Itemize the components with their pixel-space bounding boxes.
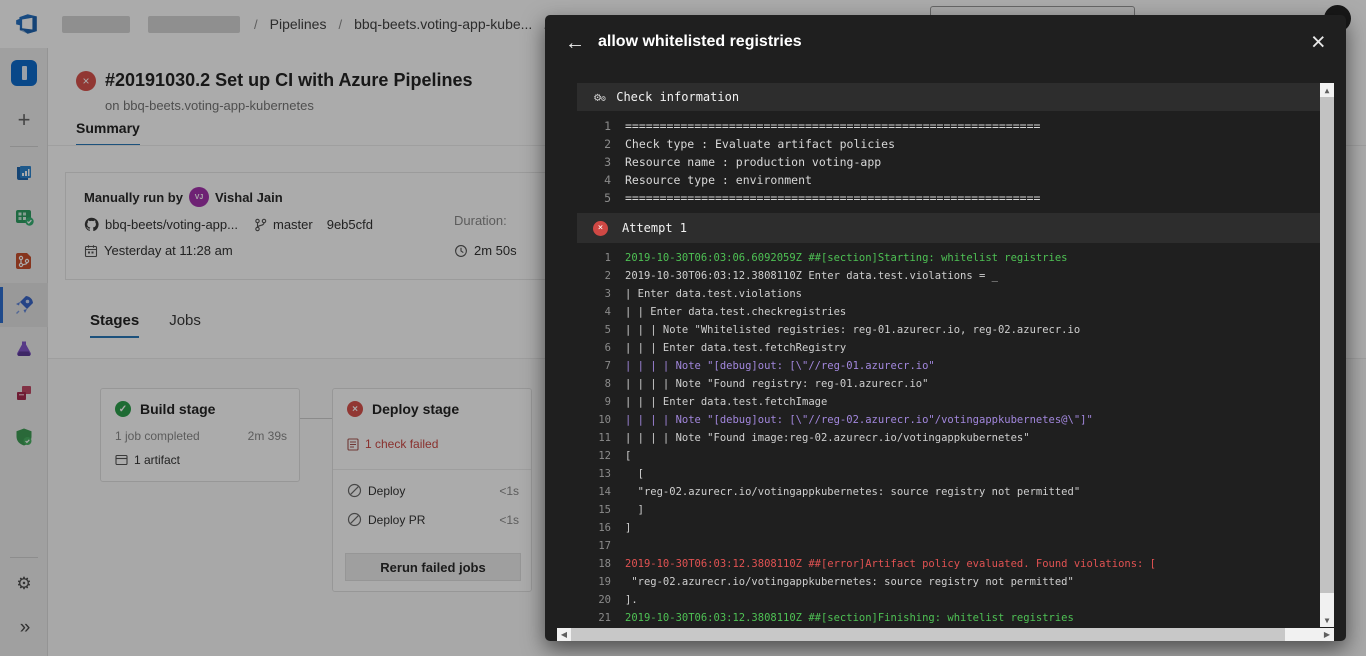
log-line: 14 "reg-02.azurecr.io/votingappkubernete… xyxy=(577,483,1334,501)
log-line-number: 21 xyxy=(585,612,611,624)
log-line: 13 [ xyxy=(577,465,1334,483)
log-viewer: ⚙⚙ Check information 1 ==================… xyxy=(577,83,1334,627)
log-line-text: | Enter data.test.violations xyxy=(625,288,802,300)
log-line: 16] xyxy=(577,519,1334,537)
log-line-number: 6 xyxy=(585,342,611,354)
log-line: 1 =======================================… xyxy=(577,117,1334,135)
log-line-number: 13 xyxy=(585,468,611,480)
log-line: 21 2019-10-30T06:03:12.3808110Z ##[sectio… xyxy=(577,609,1334,627)
log-line: 3 | Enter data.test.violations xyxy=(577,285,1334,303)
scroll-down-icon[interactable]: ▼ xyxy=(1320,613,1334,627)
scroll-right-icon[interactable]: ▶ xyxy=(1320,628,1334,641)
log-line: 18 2019-10-30T06:03:12.3808110Z ##[error]… xyxy=(577,555,1334,573)
log-line-number: 15 xyxy=(585,504,611,516)
log-line: 12 [ xyxy=(577,447,1334,465)
vertical-scrollbar-thumb[interactable] xyxy=(1320,97,1334,593)
log-line-text: 2019-10-30T06:03:12.3808110Z Enter data.… xyxy=(625,270,998,282)
log-line-number: 20 xyxy=(585,594,611,606)
log-line-text: | | | Enter data.test.fetchImage xyxy=(625,396,827,408)
log-line-number: 10 xyxy=(585,414,611,426)
log-line-number: 9 xyxy=(585,396,611,408)
log-line: 1 2019-10-30T06:03:06.6092059Z ##[section… xyxy=(577,249,1334,267)
log-line-number: 5 xyxy=(585,324,611,336)
back-icon[interactable]: ← xyxy=(565,32,585,55)
log-line-number: 8 xyxy=(585,378,611,390)
log-line-number: 19 xyxy=(585,576,611,588)
log-line: 4 Resource type : environment xyxy=(577,171,1334,189)
log-line-text: 2019-10-30T06:03:12.3808110Z ##[error]Ar… xyxy=(625,558,1156,570)
log-line: 5 | | | Note "Whitelisted registries: reg… xyxy=(577,321,1334,339)
log-line-number: 3 xyxy=(585,155,611,169)
log-line: 2 2019-10-30T06:03:12.3808110Z Enter data… xyxy=(577,267,1334,285)
log-line-text: ] xyxy=(625,522,631,534)
horizontal-scrollbar[interactable]: ◀ ▶ xyxy=(557,628,1334,641)
log-line-number: 16 xyxy=(585,522,611,534)
log-line: 10 | | | | Note "[debug]out: [\"//reg-02.… xyxy=(577,411,1334,429)
log-line: 15 ] xyxy=(577,501,1334,519)
log-line-text: | | | | Note "Found image:reg-02.azurecr… xyxy=(625,432,1030,444)
log-line-text: | | | | Note "[debug]out: [\"//reg-01.az… xyxy=(625,360,935,372)
log-line: 20]. xyxy=(577,591,1334,609)
log-line: 11 | | | | Note "Found image:reg-02.azure… xyxy=(577,429,1334,447)
log-line-text: Resource type : environment xyxy=(625,173,812,187)
log-line-text: "reg-02.azurecr.io/votingappkubernetes: … xyxy=(625,576,1074,588)
log-line-text: 2019-10-30T06:03:06.6092059Z ##[section]… xyxy=(625,252,1068,264)
log-line-text: | | Enter data.test.checkregistries xyxy=(625,306,846,318)
log-line: 3 Resource name : production voting-app xyxy=(577,153,1334,171)
log-line: 7 | | | | Note "[debug]out: [\"//reg-01.a… xyxy=(577,357,1334,375)
attempt-header[interactable]: × Attempt 1 xyxy=(577,213,1334,243)
log-line-text: | | | | Note "Found registry: reg-01.azu… xyxy=(625,378,928,390)
log-line-text: ========================================… xyxy=(625,191,1040,205)
attempt-failed-icon: × xyxy=(593,221,608,236)
panel-title: allow whitelisted registries xyxy=(598,33,802,51)
check-logs-panel: ← allow whitelisted registries × ⚙⚙ Chec… xyxy=(545,15,1346,641)
log-line-text: [ xyxy=(625,450,631,462)
log-line-text: ========================================… xyxy=(625,119,1040,133)
log-line-text: | | | Enter data.test.fetchRegistry xyxy=(625,342,846,354)
log-line-text: | | | Note "Whitelisted registries: reg-… xyxy=(625,324,1080,336)
check-information-log: 1 =======================================… xyxy=(577,111,1334,209)
log-line: 9 | | | Enter data.test.fetchImage xyxy=(577,393,1334,411)
log-line-number: 18 xyxy=(585,558,611,570)
log-line-text: ] xyxy=(625,504,644,516)
check-information-label: Check information xyxy=(616,90,739,104)
log-line-number: 5 xyxy=(585,191,611,205)
log-line-number: 4 xyxy=(585,306,611,318)
log-line: 19 "reg-02.azurecr.io/votingappkubernete… xyxy=(577,573,1334,591)
scroll-left-icon[interactable]: ◀ xyxy=(557,628,571,641)
horizontal-scrollbar-thumb[interactable] xyxy=(571,628,1285,641)
attempt-log: 1 2019-10-30T06:03:06.6092059Z ##[section… xyxy=(577,243,1334,629)
attempt-label: Attempt 1 xyxy=(622,221,687,235)
log-line-number: 4 xyxy=(585,173,611,187)
log-line-text: [ xyxy=(625,468,644,480)
check-configuration-icon: ⚙⚙ xyxy=(594,90,601,104)
log-line-text: "reg-02.azurecr.io/votingappkubernetes: … xyxy=(625,486,1080,498)
log-line-number: 1 xyxy=(585,119,611,133)
log-line-number: 1 xyxy=(585,252,611,264)
vertical-scrollbar[interactable]: ▲ ▼ xyxy=(1320,83,1334,627)
log-line: 4 | | Enter data.test.checkregistries xyxy=(577,303,1334,321)
log-line-text: 2019-10-30T06:03:12.3808110Z ##[section]… xyxy=(625,612,1074,624)
page: / Pipelines / bbq-beets.voting-app-kube.… xyxy=(0,0,1366,656)
log-line-number: 17 xyxy=(585,540,611,552)
scroll-up-icon[interactable]: ▲ xyxy=(1320,83,1334,97)
log-line-text: | | | | Note "[debug]out: [\"//reg-02.az… xyxy=(625,414,1093,426)
log-line-text: Resource name : production voting-app xyxy=(625,155,881,169)
log-line-number: 7 xyxy=(585,360,611,372)
log-line: 6 | | | Enter data.test.fetchRegistry xyxy=(577,339,1334,357)
log-line-text: ]. xyxy=(625,594,638,606)
check-information-header[interactable]: ⚙⚙ Check information xyxy=(577,83,1334,111)
log-line-text: Check type : Evaluate artifact policies xyxy=(625,137,895,151)
log-line-number: 2 xyxy=(585,137,611,151)
log-line: 5 =======================================… xyxy=(577,189,1334,207)
log-line-number: 14 xyxy=(585,486,611,498)
log-line: 2 Check type : Evaluate artifact policies xyxy=(577,135,1334,153)
log-line-number: 12 xyxy=(585,450,611,462)
log-line: 8 | | | | Note "Found registry: reg-01.az… xyxy=(577,375,1334,393)
log-line-number: 2 xyxy=(585,270,611,282)
log-line-number: 3 xyxy=(585,288,611,300)
log-line-number: 11 xyxy=(585,432,611,444)
close-icon[interactable]: × xyxy=(1311,28,1326,57)
log-line: 17 xyxy=(577,537,1334,555)
